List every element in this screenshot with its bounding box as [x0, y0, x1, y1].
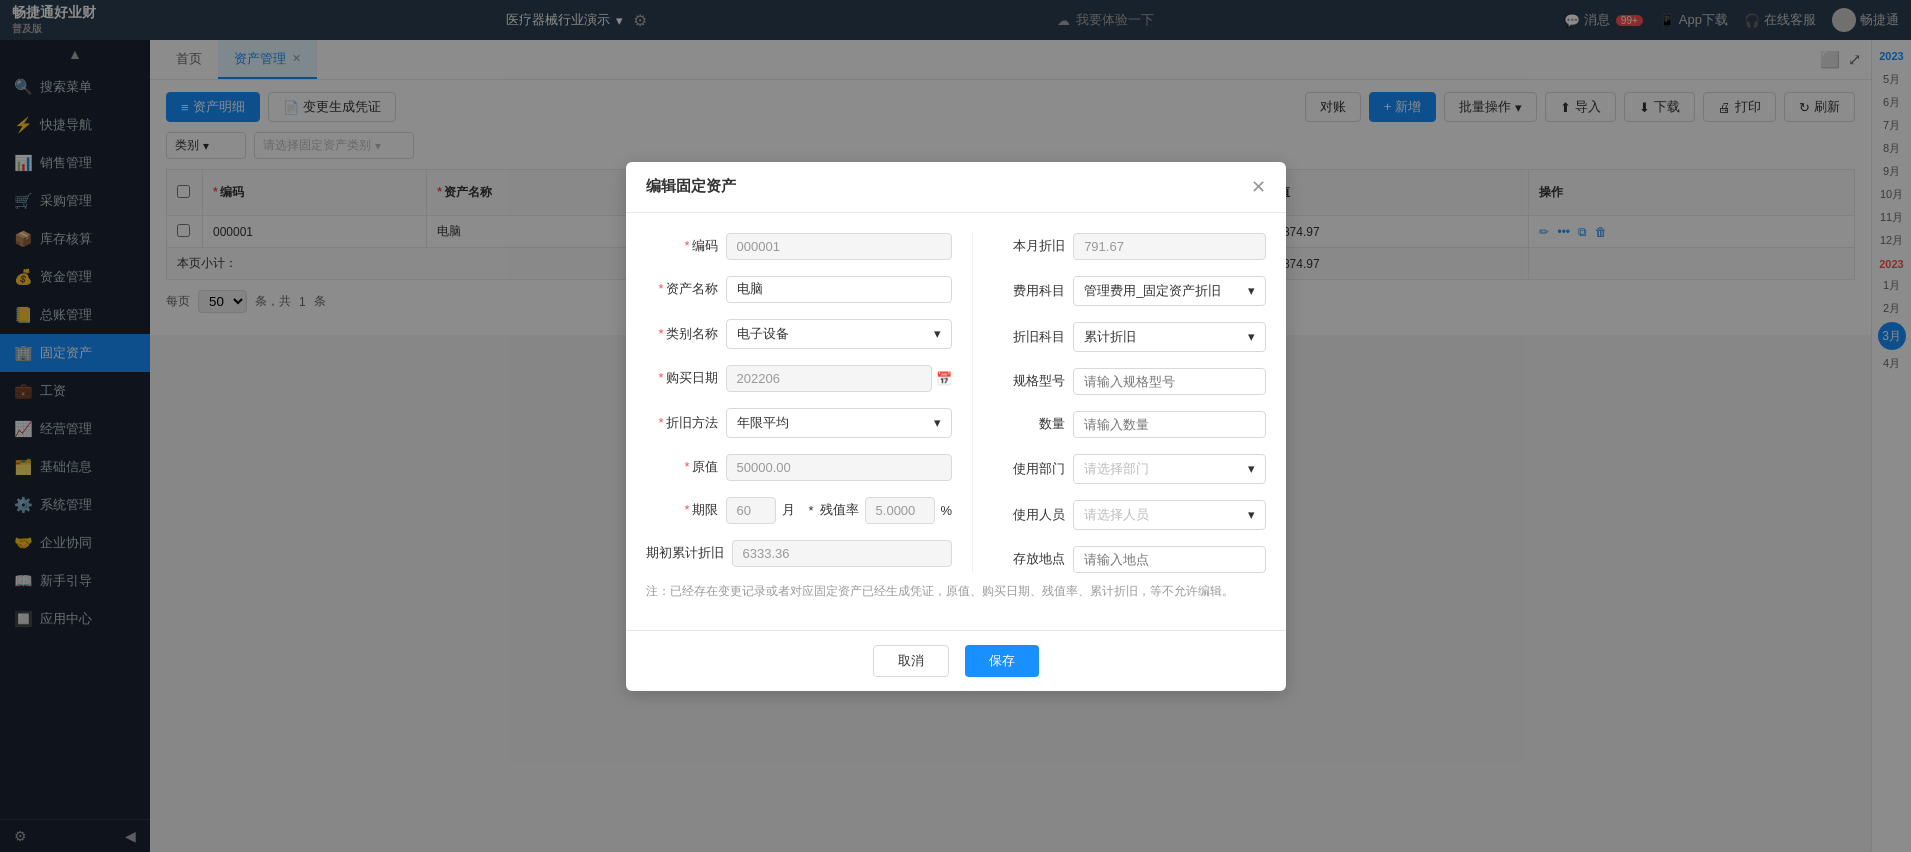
modal-footer: 取消 保存	[626, 630, 1286, 691]
cancel-button[interactable]: 取消	[873, 645, 949, 677]
chevron-down-icon: ▾	[934, 415, 941, 430]
chevron-down-icon: ▾	[1248, 329, 1255, 344]
period-unit: 月	[782, 501, 795, 519]
depreciation-method-select[interactable]: 年限平均 ▾	[726, 408, 953, 438]
chevron-down-icon: ▾	[934, 326, 941, 341]
form-item-category: *类别名称 电子设备 ▾	[646, 319, 953, 349]
form-grid: *编码 *资产名称 *类别名称 电子设备 ▾	[646, 233, 1266, 573]
code-input[interactable]	[726, 233, 953, 260]
form-item-department: 使用部门 请选择部门 ▾	[993, 454, 1265, 484]
monthly-depreciation-input[interactable]	[1073, 233, 1265, 260]
person-select[interactable]: 请选择人员 ▾	[1073, 500, 1265, 530]
modal-title: 编辑固定资产	[646, 177, 736, 196]
form-item-spec: 规格型号	[993, 368, 1265, 395]
modal-body: *编码 *资产名称 *类别名称 电子设备 ▾	[626, 213, 1286, 630]
form-item-person: 使用人员 请选择人员 ▾	[993, 500, 1265, 530]
modal-header: 编辑固定资产 ✕	[626, 162, 1286, 213]
depreciation-subject-select[interactable]: 累计折旧 ▾	[1073, 322, 1265, 352]
quantity-input[interactable]	[1073, 411, 1265, 438]
residual-rate-input[interactable]	[865, 497, 935, 524]
chevron-down-icon: ▾	[1248, 283, 1255, 298]
category-select[interactable]: 电子设备 ▾	[726, 319, 953, 349]
form-item-quantity: 数量	[993, 411, 1265, 438]
initial-depreciation-input[interactable]	[732, 540, 953, 567]
form-col-left: *编码 *资产名称 *类别名称 电子设备 ▾	[646, 233, 974, 573]
edit-asset-modal: 编辑固定资产 ✕ *编码 *资产名称	[626, 162, 1286, 691]
form-item-expense-subject: 费用科目 管理费用_固定资产折旧 ▾	[993, 276, 1265, 306]
chevron-down-icon: ▾	[1248, 461, 1255, 476]
residual-rate-unit: %	[941, 503, 953, 518]
form-item-period: *期限 月 * 残值率 %	[646, 497, 953, 524]
asset-name-input[interactable]	[726, 276, 953, 303]
form-item-depreciation-subject: 折旧科目 累计折旧 ▾	[993, 322, 1265, 352]
period-input[interactable]	[726, 497, 776, 524]
form-item-depreciation-method: *折旧方法 年限平均 ▾	[646, 408, 953, 438]
modal-note: 注：已经存在变更记录或者对应固定资产已经生成凭证，原值、购买日期、残值率、累计折…	[646, 573, 1266, 610]
purchase-date-input[interactable]	[726, 365, 933, 392]
residual-rate-label: 残值率	[820, 501, 859, 519]
form-item-monthly-depreciation: 本月折旧	[993, 233, 1265, 260]
location-input[interactable]	[1073, 546, 1265, 573]
spec-input[interactable]	[1073, 368, 1265, 395]
form-item-original-value: *原值	[646, 454, 953, 481]
modal-overlay: 编辑固定资产 ✕ *编码 *资产名称	[0, 0, 1911, 852]
modal-close-btn[interactable]: ✕	[1251, 176, 1266, 198]
form-item-location: 存放地点	[993, 546, 1265, 573]
form-item-asset-name: *资产名称	[646, 276, 953, 303]
chevron-down-icon: ▾	[1248, 507, 1255, 522]
form-item-code: *编码	[646, 233, 953, 260]
original-value-input[interactable]	[726, 454, 953, 481]
form-item-purchase-date: *购买日期 📅	[646, 365, 953, 392]
form-item-initial-depreciation: 期初累计折旧	[646, 540, 953, 567]
department-select[interactable]: 请选择部门 ▾	[1073, 454, 1265, 484]
calendar-icon[interactable]: 📅	[936, 371, 952, 386]
expense-subject-select[interactable]: 管理费用_固定资产折旧 ▾	[1073, 276, 1265, 306]
form-col-right: 本月折旧 费用科目 管理费用_固定资产折旧 ▾ 折旧科目	[973, 233, 1265, 573]
save-button[interactable]: 保存	[965, 645, 1039, 677]
